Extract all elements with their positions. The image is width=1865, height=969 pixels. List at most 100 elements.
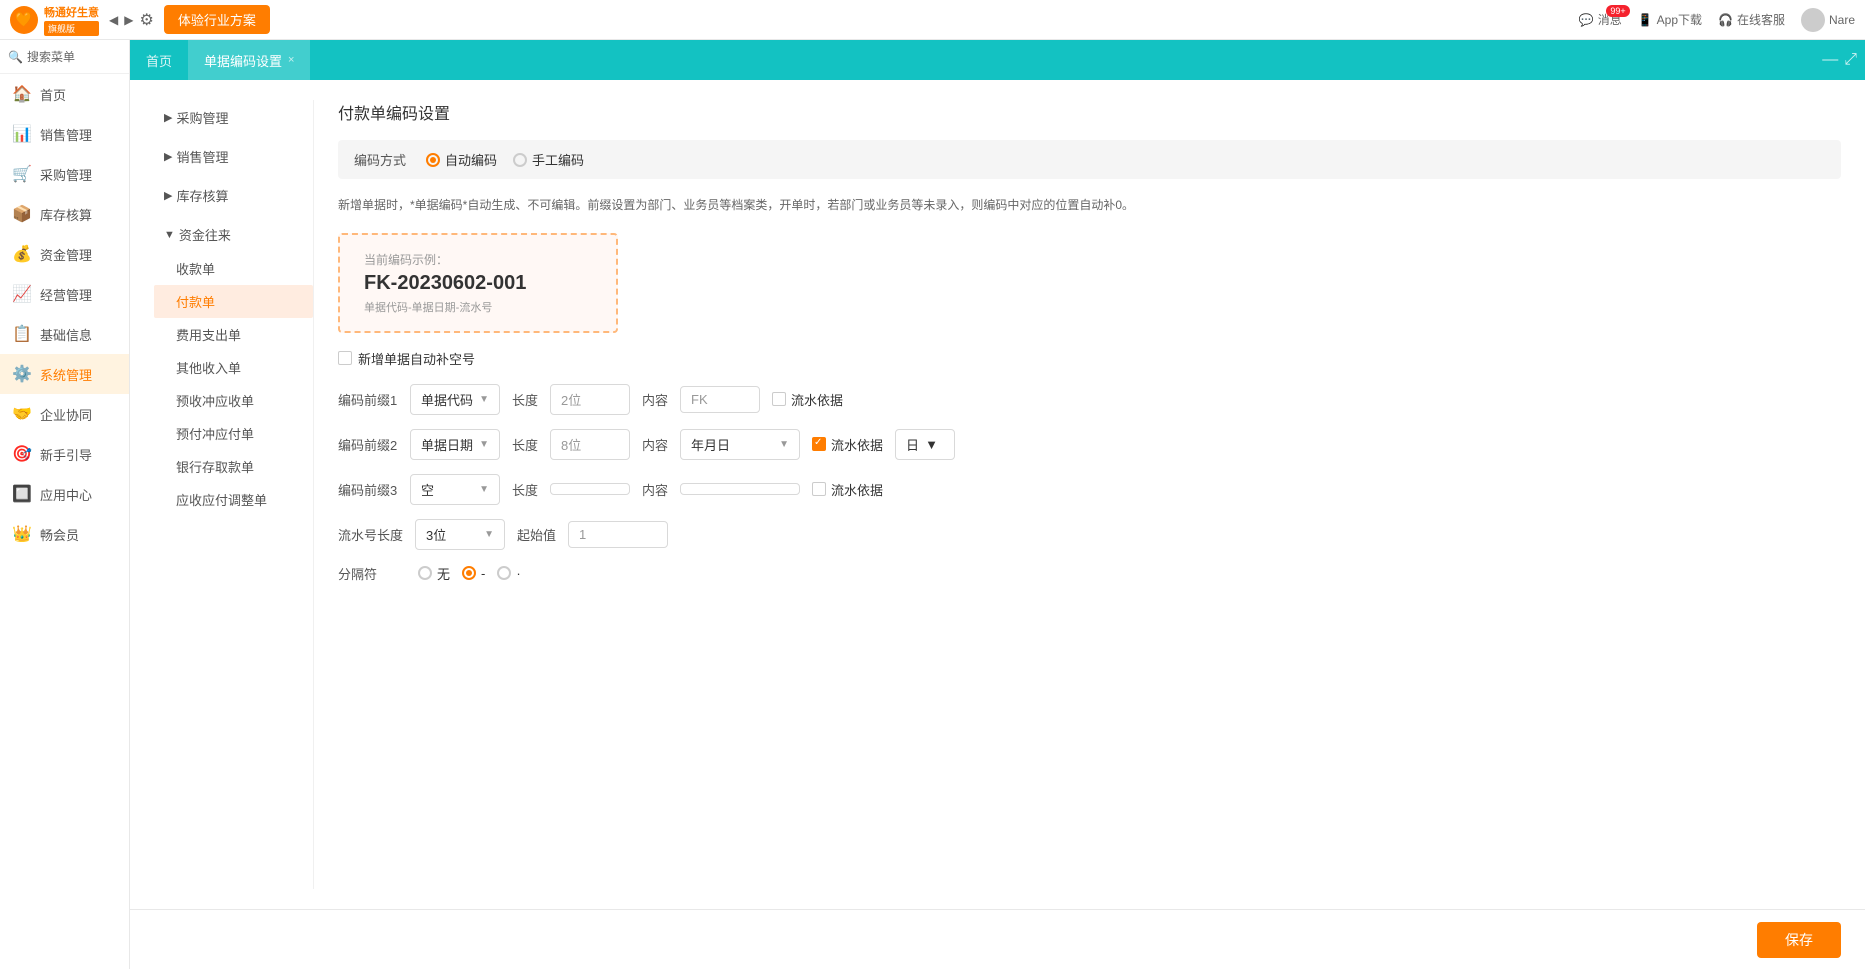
sidebar-item-apps[interactable]: 🔲 应用中心 — [0, 474, 129, 514]
preview-format: 单据代码-单据日期-流水号 — [364, 299, 592, 315]
sub-menu-item-advance-payable[interactable]: 预付冲应付单 — [154, 417, 313, 450]
business-icon: 📈 — [12, 284, 32, 304]
sidebar-item-system[interactable]: ⚙️ 系统管理 — [0, 354, 129, 394]
nav-left-arrow[interactable]: ◀ — [109, 13, 118, 27]
prefix2-select-value: 单据日期 — [421, 435, 473, 454]
sidebar-item-basic[interactable]: 📋 基础信息 — [0, 314, 129, 354]
app-download-button[interactable]: 📱 App下载 — [1638, 11, 1702, 28]
serial-length-select[interactable]: 3位 ▼ — [415, 519, 505, 550]
tab-minimize-icon[interactable]: — — [1822, 51, 1838, 69]
preview-code: FK-20230602-001 — [364, 272, 592, 295]
content2-arrow-icon: ▼ — [779, 439, 789, 450]
user-info[interactable]: Nare — [1801, 8, 1855, 32]
start-value-label: 起始值 — [517, 525, 556, 544]
sub-sidebar: ▶ 采购管理 ▶ 销售管理 ▶ 库存核算 — [154, 100, 314, 889]
encoding-mode-bar: 编码方式 自动编码 手工编码 — [338, 140, 1841, 179]
bottom-bar: 保存 — [130, 909, 1865, 969]
sidebar-item-home[interactable]: 🏠 首页 — [0, 74, 129, 114]
layout: 🔍 搜索菜单 🏠 首页 📊 销售管理 🛒 采购管理 📦 库存核算 💰 — [0, 40, 1865, 969]
app-icon: 📱 — [1638, 13, 1653, 27]
config-row-3: 编码前缀3 空 ▼ 长度 内容 流水依据 — [338, 474, 1841, 505]
sidebar-search[interactable]: 🔍 搜索菜单 — [0, 40, 129, 74]
separator-dot-radio[interactable]: - — [462, 566, 485, 581]
content3-input — [680, 483, 800, 495]
main: 首页 单据编码设置 × — ⤢ ▶ 采购管理 — [130, 40, 1865, 969]
watermark2-cb — [812, 437, 826, 451]
config-row-1: 编码前缀1 单据代码 ▼ 长度 2位 内容 FK 流水依据 — [338, 384, 1841, 415]
online-service-button[interactable]: 🎧 在线客服 — [1718, 11, 1785, 28]
content-area: ▶ 采购管理 ▶ 销售管理 ▶ 库存核算 — [130, 80, 1865, 909]
sub-menu-group-inventory: ▶ 库存核算 — [154, 178, 313, 213]
sub-menu-item-expense[interactable]: 费用支出单 — [154, 318, 313, 351]
description-text: 新增单据时，*单据编码*自动生成、不可编辑。前缀设置为部门、业务员等档案类，开单… — [338, 195, 1841, 217]
prefix3-select-value: 空 — [421, 480, 434, 499]
sidebar-item-enterprise[interactable]: 🤝 企业协同 — [0, 394, 129, 434]
content2-select-value: 年月日 — [691, 435, 730, 454]
tab-home[interactable]: 首页 — [130, 40, 188, 80]
content2-select[interactable]: 年月日 ▼ — [680, 429, 800, 460]
sub-menu-item-receipt[interactable]: 收款单 — [154, 252, 313, 285]
prefix2-arrow-icon: ▼ — [479, 439, 489, 450]
settings-icon[interactable]: ⚙ — [139, 10, 153, 30]
tab-close-icon[interactable]: × — [288, 54, 294, 66]
trial-button[interactable]: 体验行业方案 — [164, 5, 270, 34]
separator-none-radio[interactable]: 无 — [418, 564, 450, 583]
sub-menu-item-other-income[interactable]: 其他收入单 — [154, 351, 313, 384]
prefix2-select[interactable]: 单据日期 ▼ — [410, 429, 500, 460]
encoding-mode-label: 编码方式 — [354, 150, 406, 169]
prefix1-select[interactable]: 单据代码 ▼ — [410, 384, 500, 415]
sub-menu-header-capital[interactable]: ▼ 资金往来 — [154, 217, 313, 252]
save-button[interactable]: 保存 — [1757, 922, 1841, 958]
start-value-input[interactable]: 1 — [568, 521, 668, 548]
tab-maximize-icon[interactable]: ⤢ — [1844, 51, 1857, 69]
day-arrow-icon: ▼ — [925, 437, 938, 452]
sub-menu-header-inventory[interactable]: ▶ 库存核算 — [154, 178, 313, 213]
content3-label: 内容 — [642, 480, 668, 499]
logo-icon: 🧡 — [10, 6, 38, 34]
watermark3-checkbox[interactable]: 流水依据 — [812, 480, 883, 499]
arrow-down-icon: ▼ — [164, 229, 175, 241]
prefix3-select[interactable]: 空 ▼ — [410, 474, 500, 505]
tab-encoding-settings[interactable]: 单据编码设置 × — [188, 40, 310, 80]
sub-menu-group-sales: ▶ 销售管理 — [154, 139, 313, 174]
day-select[interactable]: 日 ▼ — [895, 429, 955, 460]
sidebar-item-purchase[interactable]: 🛒 采购管理 — [0, 154, 129, 194]
length2-label: 长度 — [512, 435, 538, 454]
sub-menu-item-bank[interactable]: 银行存取款单 — [154, 450, 313, 483]
sub-menu-header-sales[interactable]: ▶ 销售管理 — [154, 139, 313, 174]
finance-icon: 💰 — [12, 244, 32, 264]
sub-menu-item-adjustment[interactable]: 应收应付调整单 — [154, 483, 313, 516]
sub-menu-header-purchase[interactable]: ▶ 采购管理 — [154, 100, 313, 135]
sidebar-item-business[interactable]: 📈 经营管理 — [0, 274, 129, 314]
watermark1-checkbox[interactable]: 流水依据 — [772, 390, 843, 409]
prefix2-label: 编码前缀2 — [338, 435, 398, 454]
top-bar-left: 🧡 畅通好生意 旗舰版 ◀ ▶ ⚙ 体验行业方案 — [10, 4, 270, 36]
serial-length-value: 3位 — [426, 525, 446, 544]
basic-icon: 📋 — [12, 324, 32, 344]
sub-menu-item-advance-receivable[interactable]: 预收冲应收单 — [154, 384, 313, 417]
content1-input: FK — [680, 386, 760, 413]
manual-radio-dot — [513, 153, 527, 167]
home-icon: 🏠 — [12, 84, 32, 104]
manual-encoding-radio[interactable]: 手工编码 — [513, 150, 584, 169]
auto-fill-checkbox[interactable] — [338, 351, 352, 365]
separator-dot2-radio[interactable]: · — [497, 566, 520, 581]
message-button[interactable]: 💬 消息 99+ — [1579, 11, 1622, 28]
sidebar-item-finance[interactable]: 💰 资金管理 — [0, 234, 129, 274]
separator-label: 分隔符 — [338, 564, 398, 583]
watermark2-checkbox[interactable]: 流水依据 — [812, 435, 883, 454]
sidebar-item-sales[interactable]: 📊 销售管理 — [0, 114, 129, 154]
search-icon: 🔍 — [8, 50, 23, 64]
auto-fill-row: 新增单据自动补空号 — [338, 349, 1841, 368]
sidebar-item-newbie[interactable]: 🎯 新手引导 — [0, 434, 129, 474]
nav-right-arrow[interactable]: ▶ — [124, 13, 133, 27]
sub-menu-item-payment[interactable]: 付款单 — [154, 285, 313, 318]
prefix1-arrow-icon: ▼ — [479, 394, 489, 405]
auto-encoding-radio[interactable]: 自动编码 — [426, 150, 497, 169]
top-bar: 🧡 畅通好生意 旗舰版 ◀ ▶ ⚙ 体验行业方案 💬 消息 99+ 📱 App下… — [0, 0, 1865, 40]
prefix3-arrow-icon: ▼ — [479, 484, 489, 495]
preview-box: 当前编码示例： FK-20230602-001 单据代码-单据日期-流水号 — [338, 233, 618, 333]
sidebar-item-inventory[interactable]: 📦 库存核算 — [0, 194, 129, 234]
sidebar-item-member[interactable]: 👑 畅会员 — [0, 514, 129, 554]
watermark2-label: 流水依据 — [831, 435, 883, 454]
